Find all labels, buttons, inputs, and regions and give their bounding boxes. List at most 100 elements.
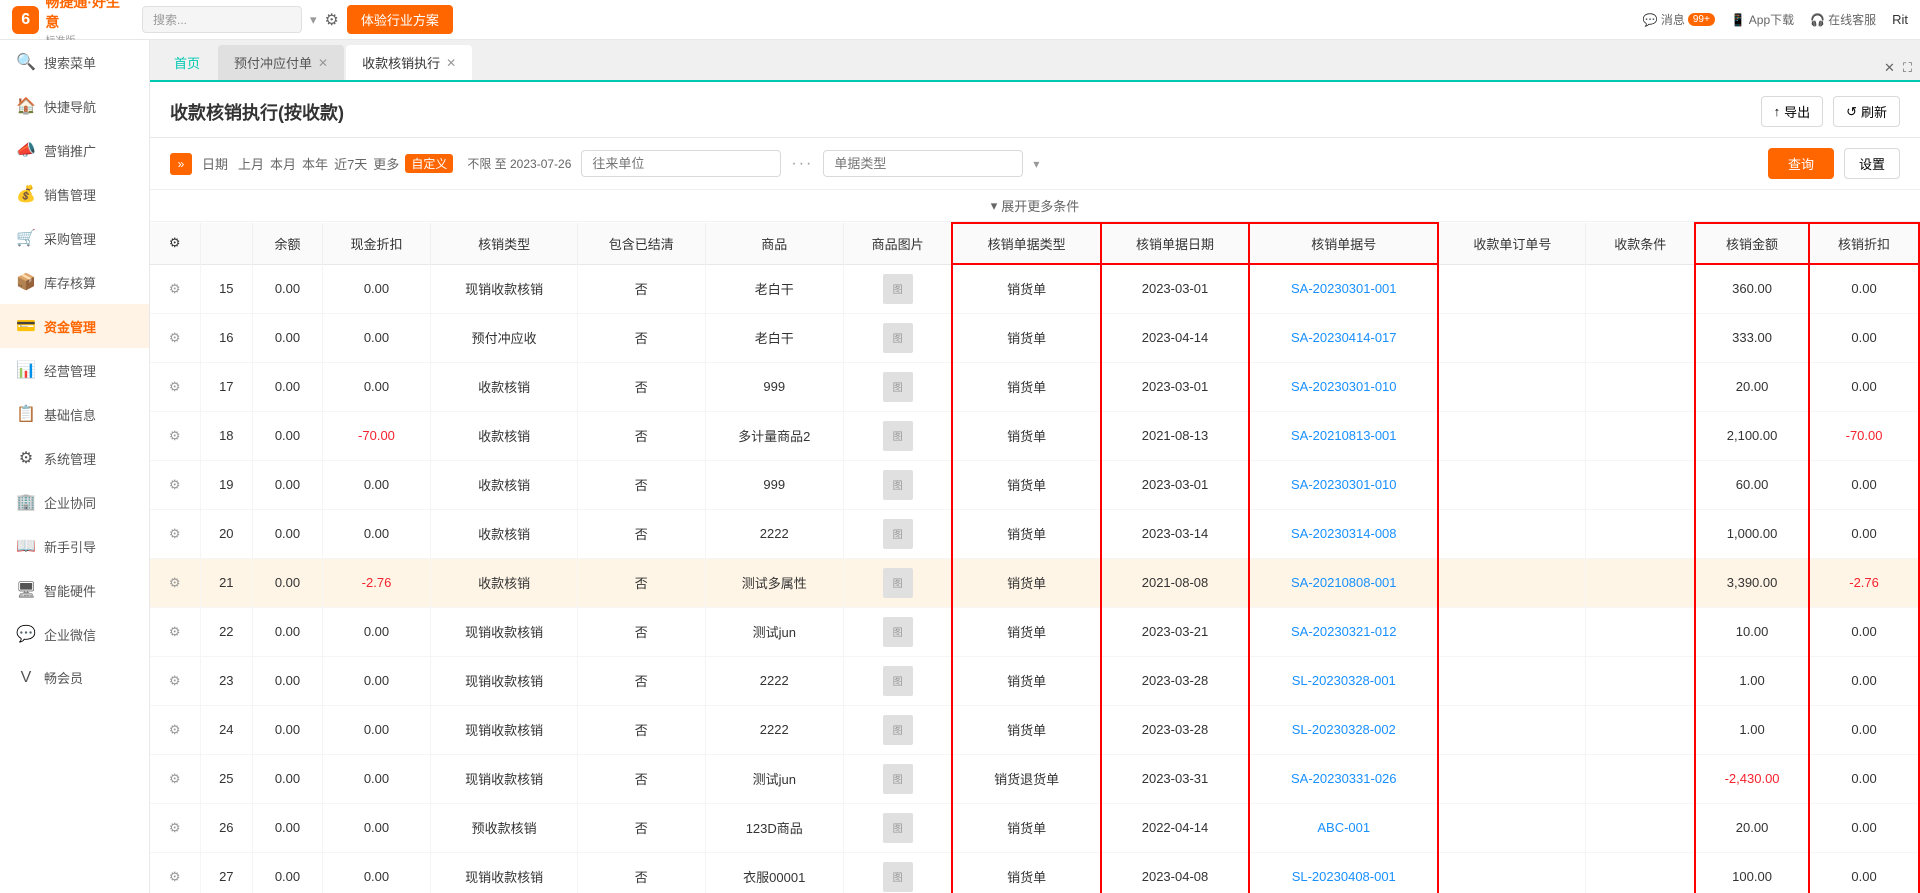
- td-writeoff-amount: -2,430.00: [1695, 754, 1809, 803]
- sidebar-item-search[interactable]: 🔍 搜索菜单: [0, 40, 149, 84]
- search-icon: 🔍: [16, 52, 36, 72]
- tab-prepay-close[interactable]: ✕: [318, 56, 328, 70]
- filter-bill-type-input[interactable]: [823, 150, 1023, 177]
- sidebar-item-wechat[interactable]: 💬 企业微信: [0, 612, 149, 656]
- sidebar-item-operation[interactable]: 📊 经营管理: [0, 348, 149, 392]
- app-icon: 📱: [1731, 13, 1746, 27]
- td-bill-no[interactable]: SA-20230331-026: [1249, 754, 1438, 803]
- td-bill-no[interactable]: SA-20230301-010: [1249, 460, 1438, 509]
- col-header-bill-no: 核销单据号: [1249, 223, 1438, 264]
- sidebar-item-guide[interactable]: 📖 新手引导: [0, 524, 149, 568]
- filter-date-7days[interactable]: 近7天: [334, 154, 367, 173]
- industry-btn[interactable]: 体验行业方案: [347, 5, 453, 34]
- sidebar-label-hardware: 智能硬件: [44, 581, 96, 600]
- td-included-settled: 否: [578, 460, 706, 509]
- tab-writeoff[interactable]: 收款核销执行 ✕: [346, 45, 472, 80]
- td-product: 测试jun: [705, 607, 843, 656]
- sidebar-item-marketing[interactable]: 📣 营销推广: [0, 128, 149, 172]
- td-bill-no[interactable]: SL-20230408-001: [1249, 852, 1438, 893]
- td-product: 多计量商品2: [705, 411, 843, 460]
- td-writeoff-discount: 0.00: [1809, 656, 1919, 705]
- message-area[interactable]: 💬 消息 99+: [1643, 11, 1715, 28]
- filter-date-this-year[interactable]: 本年: [302, 154, 328, 173]
- sidebar-item-finance[interactable]: 💳 资金管理: [0, 304, 149, 348]
- filter-date-custom[interactable]: 自定义: [405, 154, 453, 173]
- expand-more-btn[interactable]: ▾ 展开更多条件: [991, 196, 1080, 215]
- td-settings[interactable]: ⚙: [150, 362, 200, 411]
- filter-date-more[interactable]: 更多: [373, 154, 399, 173]
- td-product-img: 图: [843, 362, 952, 411]
- export-btn[interactable]: ↑ 导出: [1761, 96, 1824, 127]
- sidebar-item-system[interactable]: ⚙ 系统管理: [0, 436, 149, 480]
- td-settings[interactable]: ⚙: [150, 313, 200, 362]
- td-row-no: 15: [200, 264, 253, 313]
- tab-writeoff-close[interactable]: ✕: [446, 56, 456, 70]
- td-settings[interactable]: ⚙: [150, 264, 200, 313]
- td-balance: 0.00: [253, 607, 323, 656]
- td-settings[interactable]: ⚙: [150, 852, 200, 893]
- top-search[interactable]: 搜索...: [142, 6, 302, 33]
- td-settings[interactable]: ⚙: [150, 754, 200, 803]
- td-row-no: 18: [200, 411, 253, 460]
- page-header: 收款核销执行(按收款) ↑ 导出 ↺ 刷新: [150, 82, 1920, 138]
- td-receipt-order-no: [1438, 362, 1586, 411]
- filter-counterpart-input[interactable]: [581, 150, 781, 177]
- td-bill-no[interactable]: ABC-001: [1249, 803, 1438, 852]
- filter-date-last-month[interactable]: 上月: [238, 154, 264, 173]
- td-settings[interactable]: ⚙: [150, 705, 200, 754]
- td-writeoff-type: 预付冲应收: [431, 313, 578, 362]
- tab-close-icon[interactable]: ✕: [1884, 60, 1895, 76]
- refresh-btn[interactable]: ↺ 刷新: [1833, 96, 1900, 127]
- filter-expand-arrow[interactable]: »: [170, 153, 192, 175]
- td-bill-date: 2023-03-28: [1101, 705, 1249, 754]
- tab-maximize-icon[interactable]: ⛶: [1903, 60, 1912, 76]
- td-bill-no[interactable]: SL-20230328-001: [1249, 656, 1438, 705]
- sidebar-item-enterprise[interactable]: 🏢 企业协同: [0, 480, 149, 524]
- td-bill-no[interactable]: SA-20210813-001: [1249, 411, 1438, 460]
- user-name[interactable]: Rit: [1892, 12, 1908, 27]
- td-bill-no[interactable]: SA-20230301-001: [1249, 264, 1438, 313]
- dropdown-icon[interactable]: ▾: [310, 12, 317, 28]
- filter-date-this-month[interactable]: 本月: [270, 154, 296, 173]
- col-header-settings[interactable]: ⚙: [150, 223, 200, 264]
- tab-prepay[interactable]: 预付冲应付单 ✕: [218, 45, 344, 80]
- sidebar-item-member[interactable]: V 畅会员: [0, 656, 149, 699]
- sidebar-item-purchase[interactable]: 🛒 采购管理: [0, 216, 149, 260]
- page-title: 收款核销执行(按收款): [170, 99, 344, 125]
- td-row-no: 25: [200, 754, 253, 803]
- td-settings[interactable]: ⚙: [150, 411, 200, 460]
- td-settings[interactable]: ⚙: [150, 460, 200, 509]
- td-bill-no[interactable]: SA-20230321-012: [1249, 607, 1438, 656]
- td-settings[interactable]: ⚙: [150, 509, 200, 558]
- td-receipt-order-no: [1438, 803, 1586, 852]
- td-cash-discount: 0.00: [322, 607, 430, 656]
- td-settings[interactable]: ⚙: [150, 558, 200, 607]
- col-header-included-settled: 包含已结清: [578, 223, 706, 264]
- td-bill-no[interactable]: SA-20210808-001: [1249, 558, 1438, 607]
- td-bill-no[interactable]: SA-20230414-017: [1249, 313, 1438, 362]
- sidebar-item-inventory[interactable]: 📦 库存核算: [0, 260, 149, 304]
- sidebar-item-shortcut[interactable]: 🏠 快捷导航: [0, 84, 149, 128]
- online-service[interactable]: 🎧 在线客服: [1810, 11, 1876, 28]
- setting-btn[interactable]: 设置: [1844, 148, 1900, 179]
- td-settings[interactable]: ⚙: [150, 656, 200, 705]
- sidebar-item-hardware[interactable]: 🖥 智能硬件: [0, 568, 149, 612]
- td-bill-no[interactable]: SA-20230314-008: [1249, 509, 1438, 558]
- sidebar-item-sales[interactable]: 💰 销售管理: [0, 172, 149, 216]
- sidebar-item-basic[interactable]: 📋 基础信息: [0, 392, 149, 436]
- app-download[interactable]: 📱 App下载: [1731, 11, 1794, 28]
- td-settings[interactable]: ⚙: [150, 803, 200, 852]
- query-btn[interactable]: 查询: [1768, 148, 1834, 179]
- td-product-img: 图: [843, 607, 952, 656]
- column-settings-icon[interactable]: ⚙: [169, 235, 181, 250]
- settings-icon[interactable]: ⚙: [325, 10, 339, 30]
- filter-bill-type-dropdown[interactable]: ▾: [1033, 157, 1039, 171]
- tab-home[interactable]: 首页: [158, 45, 216, 80]
- td-bill-no[interactable]: SA-20230301-010: [1249, 362, 1438, 411]
- td-balance: 0.00: [253, 411, 323, 460]
- td-settings[interactable]: ⚙: [150, 607, 200, 656]
- td-writeoff-amount: 333.00: [1695, 313, 1809, 362]
- td-bill-no[interactable]: SL-20230328-002: [1249, 705, 1438, 754]
- td-included-settled: 否: [578, 411, 706, 460]
- td-bill-date: 2023-03-01: [1101, 362, 1249, 411]
